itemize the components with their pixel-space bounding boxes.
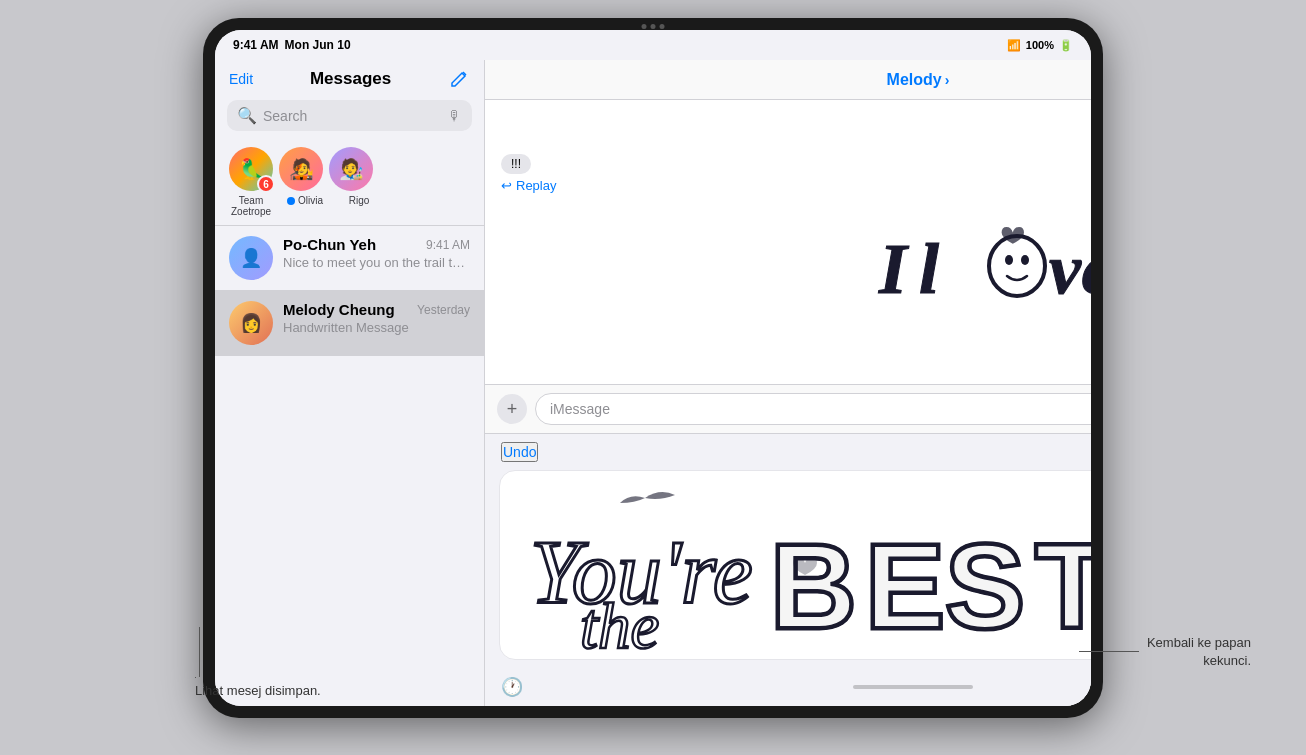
imessage-placeholder: iMessage: [550, 401, 610, 417]
status-bar: 9:41 AM Mon Jun 10 📶 100% 🔋: [215, 30, 1091, 60]
conv-header-po-chun: Po-Chun Yeh 9:41 AM: [283, 236, 470, 253]
svg-text:S: S: [945, 519, 1025, 653]
svg-text:l: l: [919, 229, 939, 309]
mic-search-icon: 🎙: [448, 108, 462, 124]
callout-right-text: Kembali ke papankekunci.: [1147, 634, 1251, 670]
group-conversation[interactable]: 🦜 6 🌞🌤️ What a lovely day, sunshine! 🧑‍🎤: [215, 139, 484, 226]
conversation-list: 🦜 6 🌞🌤️ What a lovely day, sunshine! 🧑‍🎤: [215, 139, 484, 706]
clock-button[interactable]: 🕐: [501, 676, 523, 698]
group-names: Team Zoetrope Olivia Rigo: [229, 195, 470, 217]
sidebar-title: Messages: [253, 69, 448, 89]
avatar-rigo: 🧑‍🎨: [329, 147, 373, 191]
reaction-emoji: !!!: [511, 157, 521, 171]
handwriting-toolbar: Undo Done: [485, 434, 1091, 470]
reaction-badge: !!!: [501, 154, 531, 174]
conv-name-melody: Melody Cheung: [283, 301, 395, 318]
message-input[interactable]: iMessage: [535, 393, 1091, 425]
handwriting-canvas[interactable]: You're the B B E E: [499, 470, 1091, 660]
contact-name: Melody: [887, 71, 942, 89]
conversation-po-chun-yeh[interactable]: 👤 Po-Chun Yeh 9:41 AM Nice to meet you o…: [215, 226, 484, 291]
status-bar-right: 📶 100% 🔋: [1007, 39, 1073, 52]
search-placeholder: Search: [263, 108, 442, 124]
date-display: Mon Jun 10: [285, 38, 351, 52]
main-content: Edit Messages 🔍 Search 🎙: [215, 60, 1091, 706]
chat-area: Melody › message text: [485, 60, 1091, 706]
conv-header-melody: Melody Cheung Yesterday: [283, 301, 470, 318]
handwriting-footer: 🕐 ⌨: [485, 670, 1091, 706]
svg-text:T: T: [1035, 519, 1091, 653]
replay-button[interactable]: ↩ Replay: [501, 178, 556, 193]
replay-label: Replay: [516, 178, 556, 193]
conv-info-po-chun: Po-Chun Yeh 9:41 AM Nice to meet you on …: [283, 236, 470, 270]
avatar-po-chun: 👤: [229, 236, 273, 280]
svg-text:I: I: [878, 229, 910, 309]
group-name-rigo: Rigo: [337, 195, 381, 217]
messages-area: message text !!! ↩ Replay: [485, 100, 1091, 384]
status-bar-left: 9:41 AM Mon Jun 10: [233, 38, 351, 52]
conv-info-melody: Melody Cheung Yesterday Handwritten Mess…: [283, 301, 470, 335]
compose-icon[interactable]: [448, 68, 470, 90]
unread-badge: 6: [257, 175, 275, 193]
chevron-icon: ›: [945, 72, 950, 88]
callout-left: Lihat mesej disimpan.: [195, 627, 321, 700]
conv-preview-po-chun: Nice to meet you on the trail today: [283, 255, 470, 270]
home-indicator: [853, 685, 973, 689]
battery-icon: 🔋: [1059, 39, 1073, 52]
svg-text:B: B: [770, 519, 857, 653]
love-it-message: I l ve: [849, 203, 1091, 327]
chat-header: Melody ›: [485, 60, 1091, 100]
svg-point-4: [1005, 255, 1013, 265]
callout-left-text: Lihat mesej disimpan.: [195, 682, 321, 700]
plus-button[interactable]: +: [497, 394, 527, 424]
conv-time-po-chun: 9:41 AM: [426, 238, 470, 252]
avatar-melody: 👩: [229, 301, 273, 345]
svg-text:E: E: [865, 519, 945, 653]
reaction-area: !!! ↩ Replay: [501, 154, 556, 193]
conv-preview-melody: Handwritten Message: [283, 320, 470, 335]
wifi-icon: 📶: [1007, 39, 1021, 52]
undo-button[interactable]: Undo: [501, 442, 538, 462]
sidebar-header: Edit Messages: [215, 60, 484, 96]
group-name-team: Team Zoetrope: [229, 195, 273, 217]
svg-text:ve: ve: [1049, 229, 1091, 309]
input-bar: + iMessage 🎙: [485, 384, 1091, 433]
conv-name-po-chun: Po-Chun Yeh: [283, 236, 376, 253]
ipad-screen: 9:41 AM Mon Jun 10 📶 100% 🔋 Edit Message…: [215, 30, 1091, 706]
replay-icon: ↩: [501, 178, 512, 193]
search-icon: 🔍: [237, 106, 257, 125]
handwriting-container: Undo Done You're the: [485, 433, 1091, 706]
svg-point-5: [1021, 255, 1029, 265]
ipad-frame: 9:41 AM Mon Jun 10 📶 100% 🔋 Edit Message…: [203, 18, 1103, 718]
battery-display: 100%: [1026, 39, 1054, 51]
svg-text:the: the: [580, 590, 659, 658]
svg-point-3: [989, 236, 1045, 296]
sidebar: Edit Messages 🔍 Search 🎙: [215, 60, 485, 706]
conv-time-melody: Yesterday: [417, 303, 470, 317]
chat-contact[interactable]: Melody ›: [887, 71, 950, 89]
edit-button[interactable]: Edit: [229, 71, 253, 87]
conversation-melody-cheung[interactable]: 👩 Melody Cheung Yesterday Handwritten Me…: [215, 291, 484, 356]
callout-right: Kembali ke papankekunci.: [1079, 634, 1251, 670]
avatar-olivia: 🧑‍🎤: [279, 147, 323, 191]
group-name-olivia: Olivia: [283, 195, 327, 217]
time-display: 9:41 AM: [233, 38, 279, 52]
callout-right-line: [1079, 651, 1139, 652]
search-bar[interactable]: 🔍 Search 🎙: [227, 100, 472, 131]
